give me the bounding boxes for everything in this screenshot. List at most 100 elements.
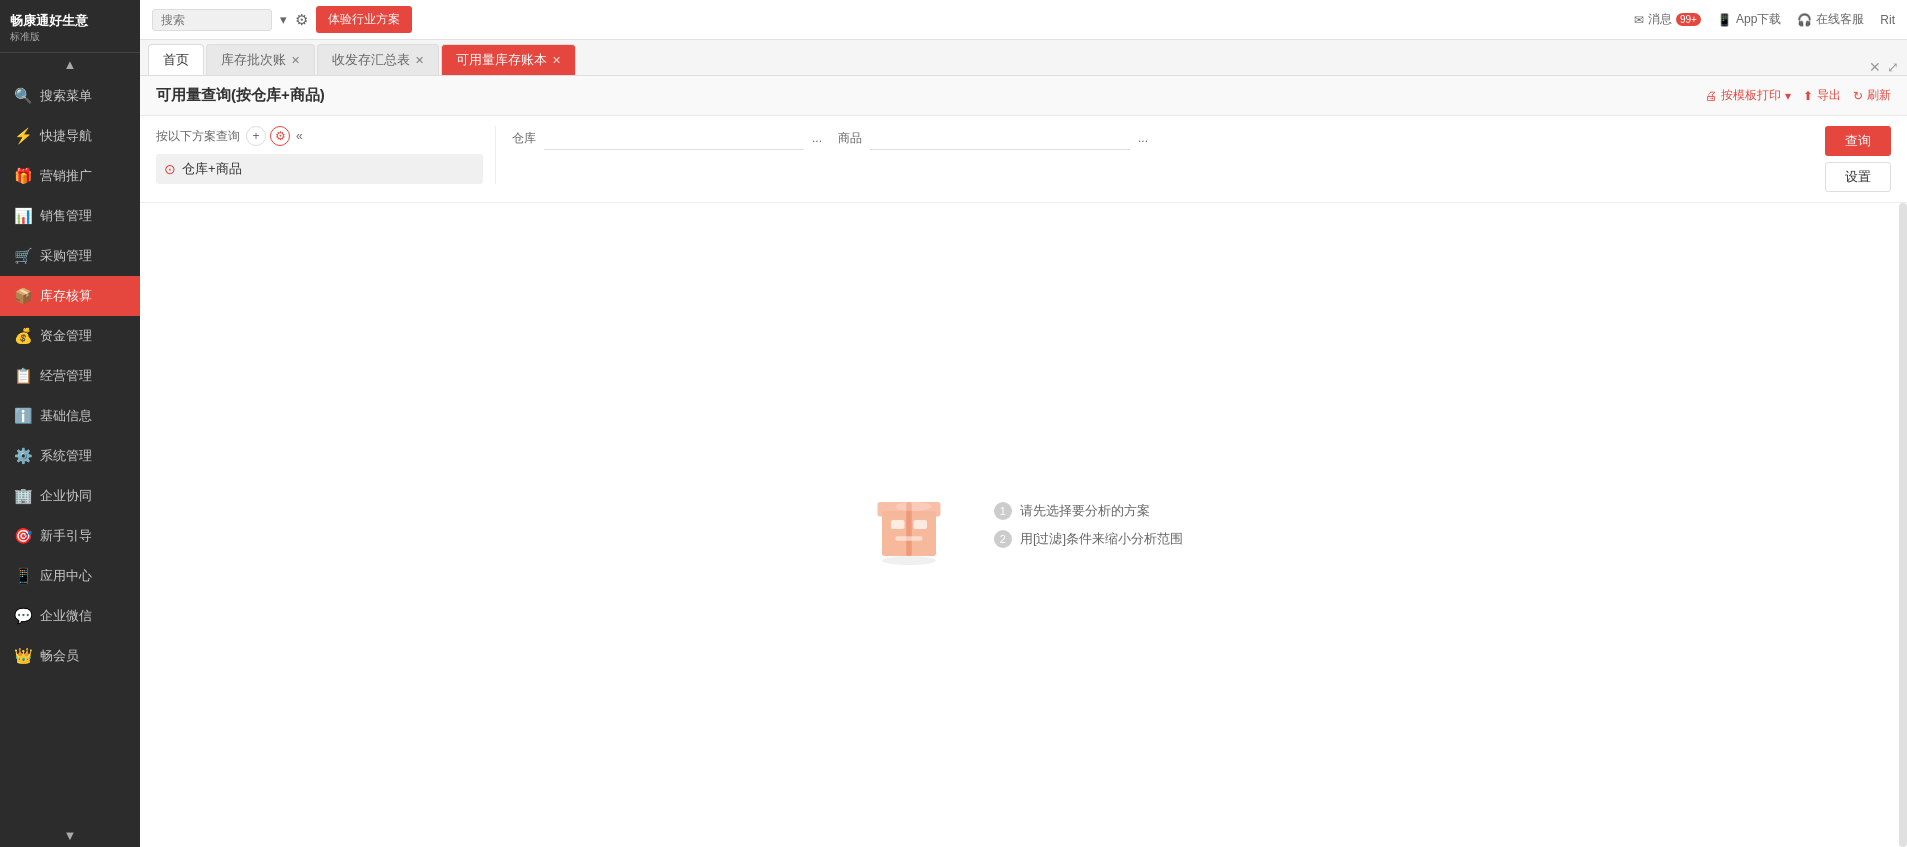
sidebar-item-enterprise[interactable]: 🏢 企业协同 xyxy=(0,476,140,516)
sidebar-item-basic-info[interactable]: ℹ️ 基础信息 xyxy=(0,396,140,436)
industry-btn[interactable]: 体验行业方案 xyxy=(316,6,412,33)
product-field: 商品 ... xyxy=(838,126,1148,150)
tab-close-icon[interactable]: ✕ xyxy=(552,54,561,67)
tab-collect-summary[interactable]: 收发存汇总表 ✕ xyxy=(317,44,439,75)
tab-batch-account[interactable]: 库存批次账 ✕ xyxy=(206,44,315,75)
message-btn[interactable]: ✉ 消息 99+ xyxy=(1634,11,1701,28)
collapse-btn[interactable]: « xyxy=(296,129,303,143)
inventory-icon: 📦 xyxy=(14,287,32,305)
refresh-btn[interactable]: ↻ 刷新 xyxy=(1853,87,1891,104)
sidebar-item-label: 畅会员 xyxy=(40,647,79,665)
tip-text-2: 用[过滤]条件来缩小分析范围 xyxy=(1020,530,1183,548)
tab-close-icon[interactable]: ✕ xyxy=(291,54,300,67)
tab-home[interactable]: 首页 xyxy=(148,44,204,75)
box-svg xyxy=(864,475,954,565)
gear-icon[interactable]: ⚙ xyxy=(295,11,308,29)
svg-point-6 xyxy=(895,502,931,511)
sidebar-item-member[interactable]: 👑 畅会员 xyxy=(0,636,140,676)
filter-row: 仓库 ... 商品 ... xyxy=(512,126,1797,150)
user-menu[interactable]: Rit xyxy=(1880,13,1895,27)
query-btn[interactable]: 查询 xyxy=(1825,126,1891,156)
sidebar-item-label: 销售管理 xyxy=(40,207,92,225)
export-btn[interactable]: ⬆ 导出 xyxy=(1803,87,1841,104)
settings-scheme-btn[interactable]: ⚙ xyxy=(270,126,290,146)
sidebar-item-label: 应用中心 xyxy=(40,567,92,585)
sidebar-item-purchase[interactable]: 🛒 采购管理 xyxy=(0,236,140,276)
warehouse-input[interactable] xyxy=(544,126,804,150)
sidebar-item-quick-nav[interactable]: ⚡ 快捷导航 xyxy=(0,116,140,156)
filter-actions: 查询 设置 xyxy=(1813,126,1891,192)
filter-section-label: 按以下方案查询 + ⚙ « xyxy=(156,126,483,146)
filter-label-actions: + ⚙ xyxy=(246,126,290,146)
sidebar-item-search[interactable]: 🔍 搜索菜单 xyxy=(0,76,140,116)
warehouse-field: 仓库 ... xyxy=(512,126,822,150)
tab-label: 首页 xyxy=(163,51,189,69)
basic-info-icon: ℹ️ xyxy=(14,407,32,425)
refresh-label: 刷新 xyxy=(1867,87,1891,104)
sidebar-item-operations[interactable]: 📋 经营管理 xyxy=(0,356,140,396)
scheme-label: 仓库+商品 xyxy=(182,160,242,178)
scroll-up-btn[interactable]: ▲ xyxy=(0,53,140,76)
sidebar-item-label: 经营管理 xyxy=(40,367,92,385)
refresh-icon: ↻ xyxy=(1853,89,1863,103)
close-tab-btn[interactable]: ✕ xyxy=(1869,59,1881,75)
sidebar-item-finance[interactable]: 💰 资金管理 xyxy=(0,316,140,356)
sidebar-item-inventory[interactable]: 📦 库存核算 xyxy=(0,276,140,316)
product-more-btn[interactable]: ... xyxy=(1138,131,1148,145)
empty-illustration xyxy=(864,475,964,575)
headset-icon: 🎧 xyxy=(1797,13,1812,27)
sidebar-item-label: 企业微信 xyxy=(40,607,92,625)
topbar-right: ✉ 消息 99+ 📱 App下载 🎧 在线客服 Rit xyxy=(1634,11,1895,28)
sidebar-item-label: 资金管理 xyxy=(40,327,92,345)
tab-available-qty[interactable]: 可用量库存账本 ✕ xyxy=(441,44,576,75)
newbie-icon: 🎯 xyxy=(14,527,32,545)
system-icon: ⚙️ xyxy=(14,447,32,465)
sidebar-item-system[interactable]: ⚙️ 系统管理 xyxy=(0,436,140,476)
finance-icon: 💰 xyxy=(14,327,32,345)
sidebar-item-label: 基础信息 xyxy=(40,407,92,425)
export-icon: ⬆ xyxy=(1803,89,1813,103)
tab-close-icon[interactable]: ✕ xyxy=(415,54,424,67)
app-center-icon: 📱 xyxy=(14,567,32,585)
app-version: 标准版 xyxy=(10,30,130,44)
sidebar-item-label: 营销推广 xyxy=(40,167,92,185)
filter-schemes: 按以下方案查询 + ⚙ « ⊙ 仓库+商品 xyxy=(156,126,496,184)
add-scheme-btn[interactable]: + xyxy=(246,126,266,146)
content-area: 1 请先选择要分析的方案 2 用[过滤]条件来缩小分析范围 xyxy=(140,203,1907,847)
app-download-btn[interactable]: 📱 App下载 xyxy=(1717,11,1781,28)
print-btn[interactable]: 🖨 按模板打印 ▾ xyxy=(1705,87,1791,104)
tip-item-1: 1 请先选择要分析的方案 xyxy=(994,502,1183,520)
msg-badge: 99+ xyxy=(1676,13,1701,26)
sidebar-item-marketing[interactable]: 🎁 营销推广 xyxy=(0,156,140,196)
search-input[interactable] xyxy=(152,9,272,31)
username: Rit xyxy=(1880,13,1895,27)
right-scrollbar[interactable] xyxy=(1899,203,1907,847)
dropdown-arrow-icon: ▾ xyxy=(280,12,287,27)
expand-tabs-btn[interactable]: ⤢ xyxy=(1887,59,1899,75)
sidebar-item-label: 新手引导 xyxy=(40,527,92,545)
mobile-icon: 📱 xyxy=(1717,13,1732,27)
sidebar-item-newbie[interactable]: 🎯 新手引导 xyxy=(0,516,140,556)
warehouse-more-btn[interactable]: ... xyxy=(812,131,822,145)
sidebar-nav: 🔍 搜索菜单 ⚡ 快捷导航 🎁 营销推广 📊 销售管理 🛒 采购管理 📦 库存核… xyxy=(0,76,140,824)
sidebar-item-label: 库存核算 xyxy=(40,287,92,305)
sales-icon: 📊 xyxy=(14,207,32,225)
tab-label: 库存批次账 xyxy=(221,51,286,69)
online-service-btn[interactable]: 🎧 在线客服 xyxy=(1797,11,1864,28)
marketing-icon: 🎁 xyxy=(14,167,32,185)
sidebar-item-label: 搜索菜单 xyxy=(40,87,92,105)
settings-btn[interactable]: 设置 xyxy=(1825,162,1891,192)
product-input[interactable] xyxy=(870,126,1130,150)
sidebar-item-wechat[interactable]: 💬 企业微信 xyxy=(0,596,140,636)
scroll-down-btn[interactable]: ▼ xyxy=(0,824,140,847)
topbar-dropdown[interactable]: ▾ xyxy=(280,12,287,27)
message-icon: ✉ xyxy=(1634,13,1644,27)
empty-tips: 1 请先选择要分析的方案 2 用[过滤]条件来缩小分析范围 xyxy=(994,502,1183,548)
sidebar-item-app-center[interactable]: 📱 应用中心 xyxy=(0,556,140,596)
quick-nav-icon: ⚡ xyxy=(14,127,32,145)
scheme-item-warehouse-product[interactable]: ⊙ 仓库+商品 xyxy=(156,154,483,184)
sidebar-item-sales[interactable]: 📊 销售管理 xyxy=(0,196,140,236)
app-download-label: App下载 xyxy=(1736,11,1781,28)
svg-rect-4 xyxy=(913,520,927,529)
product-label: 商品 xyxy=(838,130,862,147)
